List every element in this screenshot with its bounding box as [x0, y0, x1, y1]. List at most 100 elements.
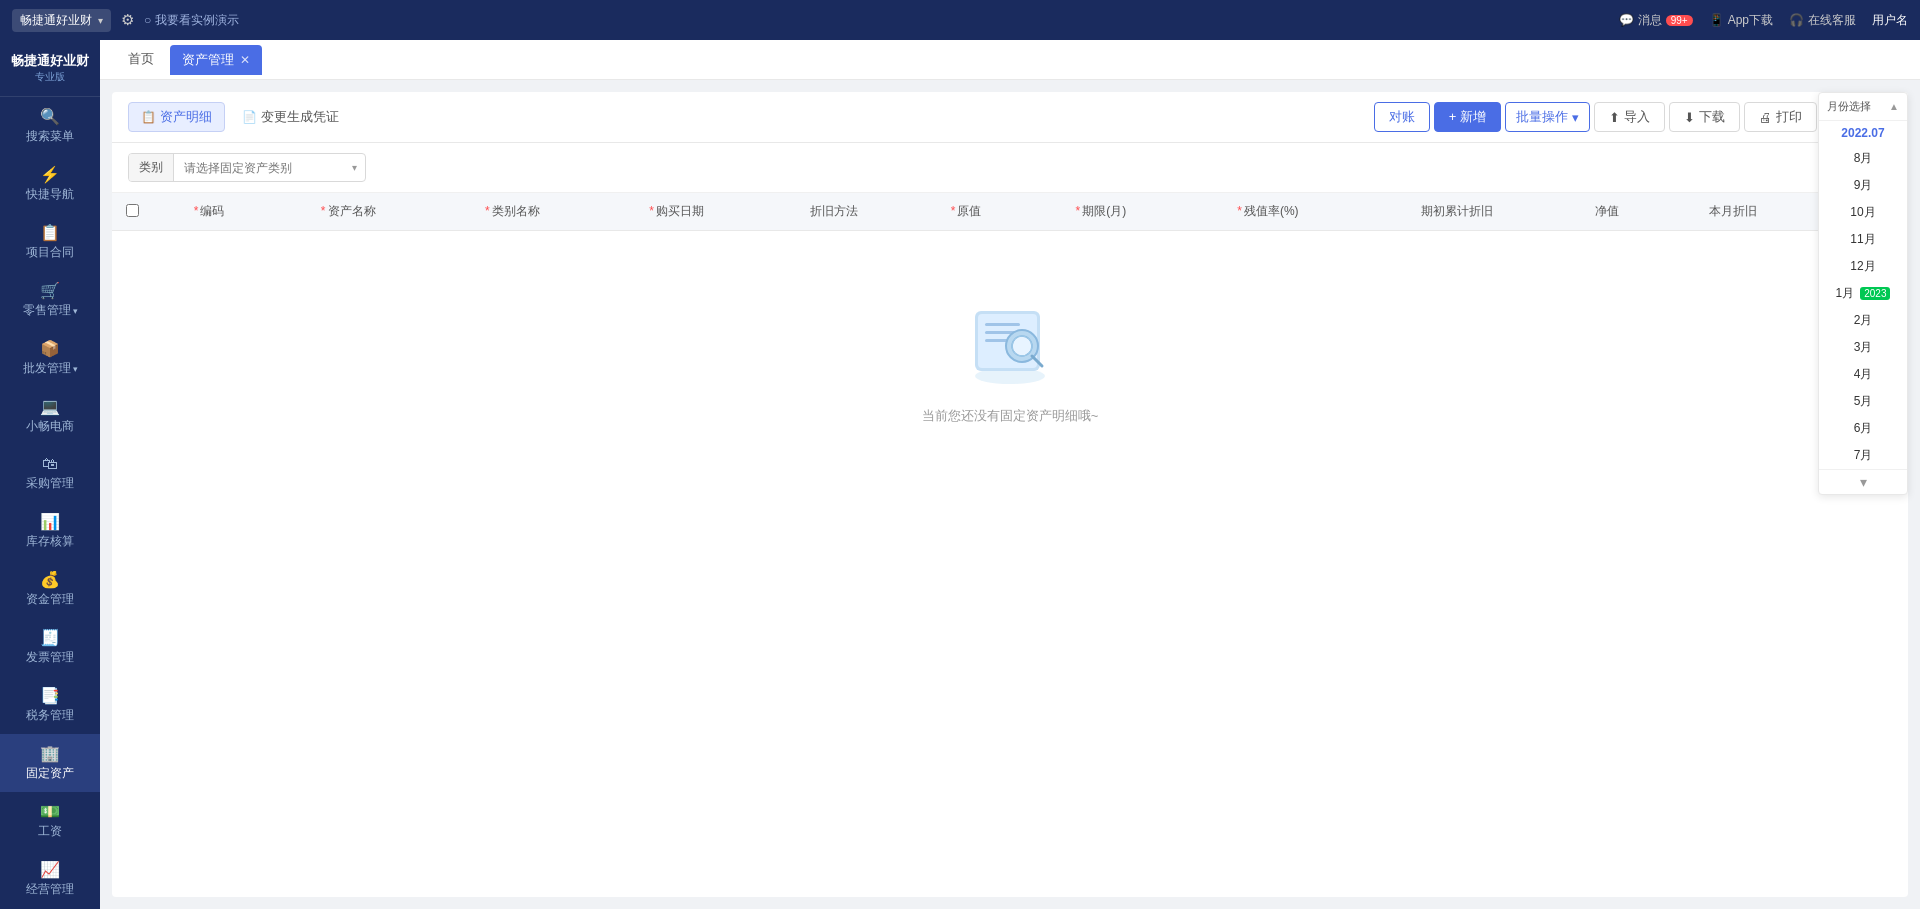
sidebar-label-salary: 工资 [38, 823, 62, 840]
reconcile-btn[interactable]: 对账 [1374, 102, 1430, 132]
month-item-4[interactable]: 4月 [1819, 361, 1907, 388]
month-prev-btn[interactable]: ▲ [1889, 101, 1899, 113]
asset-detail-icon: 📋 [141, 110, 156, 124]
page-content: 📋 资产明细 📄 变更生成凭证 对账 + 新增 批量操作 ▾ [100, 80, 1920, 909]
sub-tab-asset-detail[interactable]: 📋 资产明细 [128, 102, 225, 132]
sidebar-label-fixed-assets: 固定资产 [26, 765, 74, 782]
col-residual-rate: *残值率(%) [1179, 193, 1357, 231]
col-accumulated-depreciation: 期初累计折旧 [1357, 193, 1557, 231]
sidebar-item-operations[interactable]: 📈 经营管理 [0, 850, 100, 908]
app-download-btn[interactable]: 📱 App下载 [1709, 12, 1773, 29]
main-card: 📋 资产明细 📄 变更生成凭证 对账 + 新增 批量操作 ▾ [112, 92, 1908, 897]
fixed-assets-icon: 🏢 [40, 744, 60, 763]
operations-icon: 📈 [40, 860, 60, 879]
online-service-btn[interactable]: 🎧 在线客服 [1789, 12, 1856, 29]
empty-text: 当前您还没有固定资产明细哦~ [922, 407, 1099, 425]
month-picker-panel: 月份选择 ▲ 2022.07 8月 9月 10 [1818, 92, 1908, 495]
asset-table-wrapper: *编码 *资产名称 *类别名称 *购买日期 折旧方法 *原值 *期限(月) *残… [112, 193, 1908, 897]
sidebar-label-wholesale: 批发管理 [23, 360, 71, 377]
settings-icon[interactable]: ⚙ [121, 11, 134, 29]
col-monthly-depreciation: 本月折旧 [1657, 193, 1807, 231]
month-item-1-new-year[interactable]: 1月 2023 [1819, 280, 1907, 307]
finance-icon: 💰 [40, 570, 60, 589]
app-download-label: App下载 [1728, 12, 1773, 29]
batch-dropdown-icon: ▾ [1572, 110, 1579, 125]
col-period-months: *期限(月) [1023, 193, 1179, 231]
sidebar-item-project[interactable]: 📋 项目合同 [0, 213, 100, 271]
sidebar-brand: 畅捷通好业财 专业版 [0, 40, 100, 97]
sidebar-item-quick-nav[interactable]: ⚡ 快捷导航 [0, 155, 100, 213]
month-item-10[interactable]: 10月 [1819, 199, 1907, 226]
company-selector[interactable]: 畅捷通好业财 ▾ [12, 9, 111, 32]
sidebar-item-wholesale[interactable]: 📦 批发管理 ▾ [0, 329, 100, 387]
download-btn[interactable]: ⬇ 下载 [1669, 102, 1740, 132]
batch-label: 批量操作 [1516, 108, 1568, 126]
app-icon: 📱 [1709, 13, 1724, 27]
batch-operations-btn[interactable]: 批量操作 ▾ [1505, 102, 1590, 132]
sidebar-item-search[interactable]: 🔍 搜索菜单 [0, 97, 100, 155]
month-list: 2022.07 8月 9月 10月 11月 12月 [1819, 121, 1907, 469]
tax-icon: 📑 [40, 686, 60, 705]
invoice-icon: 🧾 [40, 628, 60, 647]
tab-home-label: 首页 [128, 51, 154, 66]
month-item-3[interactable]: 3月 [1819, 334, 1907, 361]
table-header-row: *编码 *资产名称 *类别名称 *购买日期 折旧方法 *原值 *期限(月) *残… [112, 193, 1908, 231]
month-item-7[interactable]: 7月 [1819, 442, 1907, 469]
sub-tab-change-voucher[interactable]: 📄 变更生成凭证 [229, 102, 352, 132]
download-icon: ⬇ [1684, 110, 1695, 125]
company-chevron-icon: ▾ [98, 15, 103, 26]
month-item-9[interactable]: 9月 [1819, 172, 1907, 199]
col-purchase-date: *购买日期 [594, 193, 758, 231]
month-item-6[interactable]: 6月 [1819, 415, 1907, 442]
sidebar-item-ecommerce[interactable]: 💻 小畅电商 [0, 387, 100, 445]
filter-toolbar: 类别 ▾ [112, 143, 1908, 193]
sidebar-item-retail[interactable]: 🛒 零售管理 ▾ [0, 271, 100, 329]
search-icon: 🔍 [40, 107, 60, 126]
message-label: 消息 [1638, 12, 1662, 29]
svg-rect-3 [985, 323, 1020, 326]
tab-close-icon[interactable]: ✕ [240, 53, 250, 67]
month-item-11[interactable]: 11月 [1819, 226, 1907, 253]
sub-tab-change-voucher-label: 变更生成凭证 [261, 108, 339, 126]
col-original-value: *原值 [909, 193, 1023, 231]
category-filter-input[interactable] [174, 156, 344, 180]
print-btn[interactable]: 🖨 打印 [1744, 102, 1817, 132]
tab-home[interactable]: 首页 [112, 42, 170, 78]
select-all-checkbox[interactable] [126, 204, 139, 217]
col-code: *编码 [152, 193, 266, 231]
tab-asset-mgmt-label: 资产管理 [182, 51, 234, 69]
headset-icon: 🎧 [1789, 13, 1804, 27]
sidebar-item-fixed-assets[interactable]: 🏢 固定资产 [0, 734, 100, 792]
demo-link[interactable]: 我要看实例演示 [144, 12, 239, 29]
sidebar-item-invoice[interactable]: 🧾 发票管理 [0, 618, 100, 676]
message-btn[interactable]: 💬 消息 99+ [1619, 12, 1693, 29]
month-item-12[interactable]: 12月 [1819, 253, 1907, 280]
import-label: 导入 [1624, 108, 1650, 126]
user-name[interactable]: 用户名 [1872, 12, 1908, 29]
sidebar-item-tax[interactable]: 📑 税务管理 [0, 676, 100, 734]
sidebar-item-purchase[interactable]: 🛍 采购管理 [0, 445, 100, 502]
month-item-2[interactable]: 2月 [1819, 307, 1907, 334]
month-item-current[interactable]: 2022.07 [1819, 121, 1907, 145]
col-category-name: *类别名称 [430, 193, 594, 231]
top-bar-right: 💬 消息 99+ 📱 App下载 🎧 在线客服 用户名 [1619, 12, 1908, 29]
month-item-8[interactable]: 8月 [1819, 145, 1907, 172]
import-btn[interactable]: ⬆ 导入 [1594, 102, 1665, 132]
sidebar-label-project: 项目合同 [26, 244, 74, 261]
add-btn[interactable]: + 新增 [1434, 102, 1501, 132]
purchase-icon: 🛍 [42, 455, 58, 473]
category-filter[interactable]: 类别 ▾ [128, 153, 366, 182]
sidebar-label-search: 搜索菜单 [26, 128, 74, 145]
tab-asset-mgmt[interactable]: 资产管理 ✕ [170, 45, 262, 75]
wholesale-icon: 📦 [40, 339, 60, 358]
col-depreciation-method: 折旧方法 [759, 193, 909, 231]
ecommerce-icon: 💻 [40, 397, 60, 416]
quick-nav-icon: ⚡ [40, 165, 60, 184]
salary-icon: 💵 [40, 802, 60, 821]
sidebar-item-inventory[interactable]: 📊 库存核算 [0, 502, 100, 560]
month-item-5[interactable]: 5月 [1819, 388, 1907, 415]
month-next-btn[interactable]: ▾ [1860, 474, 1867, 490]
sidebar-item-finance[interactable]: 💰 资金管理 [0, 560, 100, 618]
category-dropdown-icon[interactable]: ▾ [344, 157, 365, 178]
sidebar-item-salary[interactable]: 💵 工资 [0, 792, 100, 850]
